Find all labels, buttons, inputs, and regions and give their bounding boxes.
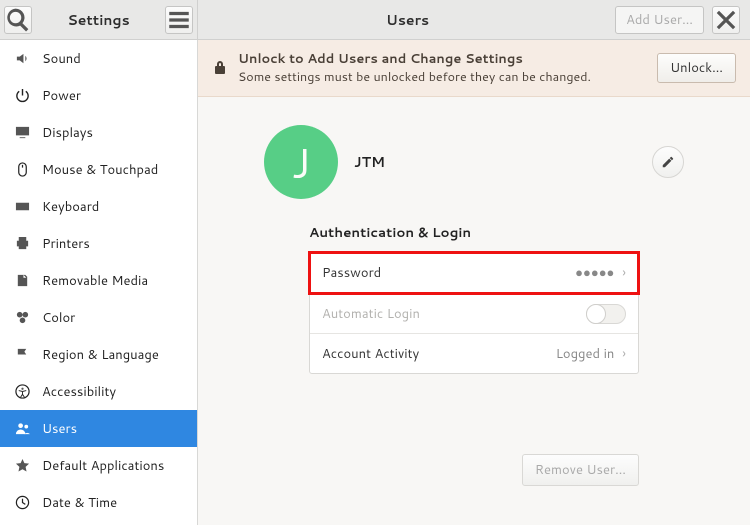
search-icon <box>5 7 31 33</box>
sidebar-item-label: Sound <box>42 50 183 68</box>
sidebar-item-label: Color <box>42 309 183 327</box>
page-title: Users <box>204 10 611 30</box>
sidebar: Sound Power Displays Mouse & Touchpad Keyboa… <box>0 40 198 525</box>
sidebar-item-label: Power <box>42 87 183 105</box>
automatic-login-toggle[interactable] <box>586 304 626 324</box>
printer-icon <box>14 236 30 252</box>
sidebar-item-label: Date & Time <box>42 494 183 512</box>
add-user-button[interactable]: Add User… <box>615 6 704 34</box>
banner-subtitle: Some settings must be unlocked before th… <box>238 68 591 86</box>
row-label: Account Activity <box>322 345 556 363</box>
sidebar-item-date-time[interactable]: Date & Time <box>0 484 197 521</box>
sidebar-item-accessibility[interactable]: Accessibility <box>0 373 197 410</box>
sidebar-item-color[interactable]: Color <box>0 299 197 336</box>
row-label: Password <box>322 264 575 282</box>
sidebar-item-label: Users <box>42 420 183 438</box>
close-button[interactable] <box>712 6 740 34</box>
auth-section-heading: Authentication & Login <box>309 223 639 242</box>
sidebar-item-removable-media[interactable]: Removable Media <box>0 262 197 299</box>
row-label: Automatic Login <box>322 305 586 323</box>
sidebar-item-keyboard[interactable]: Keyboard <box>0 188 197 225</box>
password-row[interactable]: Password ●●●●● › <box>310 253 638 293</box>
sidebar-item-label: Accessibility <box>42 383 183 401</box>
pencil-icon <box>661 155 675 169</box>
sidebar-item-label: Mouse & Touchpad <box>42 161 183 179</box>
edit-user-button[interactable] <box>652 146 684 178</box>
account-activity-row[interactable]: Account Activity Logged in › <box>310 333 638 373</box>
menu-icon <box>166 7 192 33</box>
password-mask: ●●●●● <box>575 264 614 282</box>
automatic-login-row: Automatic Login <box>310 293 638 333</box>
sidebar-item-sound[interactable]: Sound <box>0 40 197 77</box>
sidebar-item-label: Region & Language <box>42 346 183 364</box>
settings-title: Settings <box>36 10 161 30</box>
locked-banner: Unlock to Add Users and Change Settings … <box>198 40 750 97</box>
palette-icon <box>14 310 30 326</box>
main-panel: Unlock to Add Users and Change Settings … <box>198 40 750 525</box>
auth-card: Password ●●●●● › Automatic Login Account… <box>309 252 639 374</box>
chevron-right-icon: › <box>622 345 626 363</box>
sidebar-item-label: Printers <box>42 235 183 253</box>
sidebar-item-label: Default Applications <box>42 457 183 475</box>
sidebar-item-displays[interactable]: Displays <box>0 114 197 151</box>
lock-icon <box>212 60 228 76</box>
speaker-icon <box>14 51 30 67</box>
sidebar-item-mouse-touchpad[interactable]: Mouse & Touchpad <box>0 151 197 188</box>
sidebar-item-printers[interactable]: Printers <box>0 225 197 262</box>
user-display-name: JTM <box>354 152 385 172</box>
banner-title: Unlock to Add Users and Change Settings <box>238 50 523 68</box>
sidebar-item-about[interactable]: About <box>0 521 197 525</box>
sidebar-item-region-language[interactable]: Region & Language <box>0 336 197 373</box>
sidebar-item-label: Keyboard <box>42 198 183 216</box>
chevron-right-icon: › <box>622 264 626 282</box>
search-button[interactable] <box>4 6 32 34</box>
account-activity-value: Logged in <box>556 345 615 363</box>
mouse-icon <box>14 162 30 178</box>
star-icon <box>14 458 30 474</box>
sidebar-item-default-apps[interactable]: Default Applications <box>0 447 197 484</box>
flag-icon <box>14 347 30 363</box>
power-icon <box>14 88 30 104</box>
clock-icon <box>14 495 30 511</box>
sidebar-item-label: Removable Media <box>42 272 183 290</box>
unlock-button[interactable]: Unlock… <box>657 53 736 83</box>
close-icon <box>713 7 739 33</box>
avatar[interactable]: J <box>264 125 338 199</box>
sidebar-item-power[interactable]: Power <box>0 77 197 114</box>
disk-icon <box>14 273 30 289</box>
a11y-icon <box>14 384 30 400</box>
monitor-icon <box>14 125 30 141</box>
remove-user-button[interactable]: Remove User… <box>522 454 639 486</box>
menu-button[interactable] <box>165 6 193 34</box>
keyboard-icon <box>14 199 30 215</box>
users-icon <box>14 421 30 437</box>
sidebar-item-users[interactable]: Users <box>0 410 197 447</box>
sidebar-item-label: Displays <box>42 124 183 142</box>
